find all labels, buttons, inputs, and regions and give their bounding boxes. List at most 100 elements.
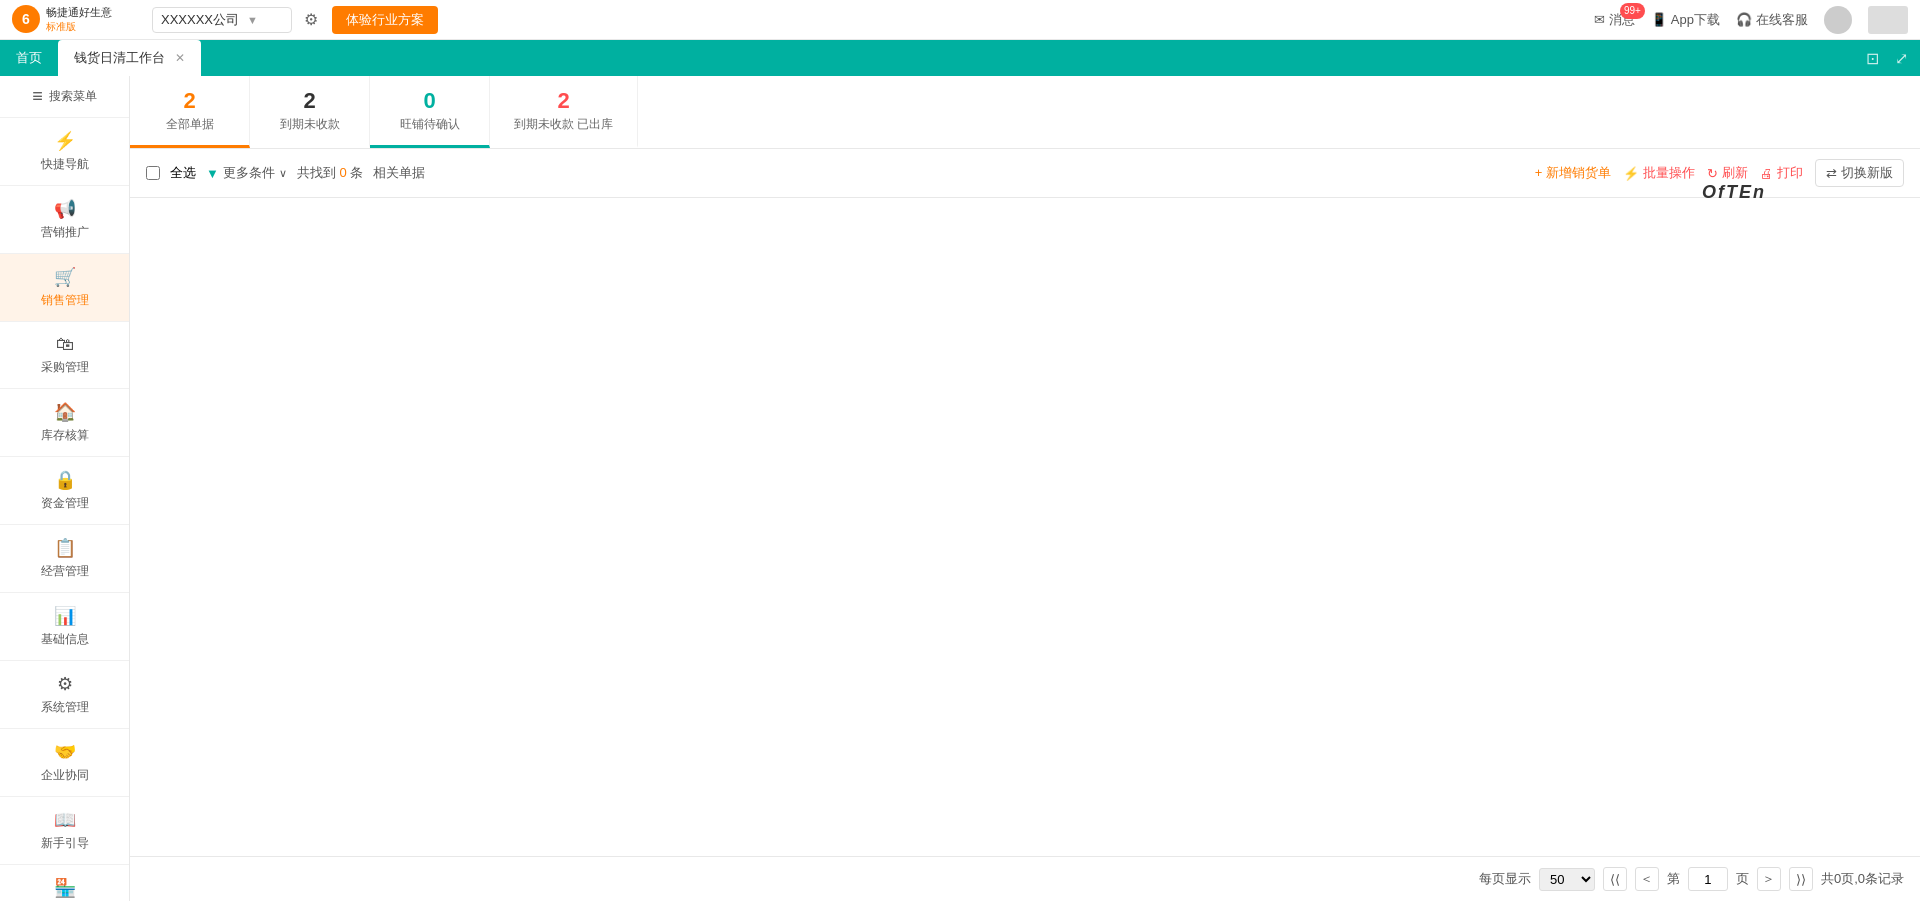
headset-icon: 🎧 (1736, 12, 1752, 27)
sidebar-marketing-label: 营销推广 (41, 224, 89, 241)
found-prefix: 共找到 (297, 165, 336, 180)
stat-label-wangpu: 旺铺待确认 (400, 116, 460, 133)
tab-close-icon[interactable]: ✕ (175, 40, 185, 76)
sidebar-guide-label: 新手引导 (41, 835, 89, 852)
basics-icon: 📊 (54, 605, 76, 627)
batch-button[interactable]: ⚡ 批量操作 (1623, 164, 1695, 182)
sidebar-item-search[interactable]: ≡ 搜索菜单 (0, 76, 129, 118)
page-unit: 页 (1736, 870, 1749, 888)
chevron-down-icon: ▼ (247, 14, 258, 26)
sidebar-system-label: 系统管理 (41, 699, 89, 716)
logo-sub: 标准版 (46, 20, 112, 34)
sidebar-item-appcenter[interactable]: 🏪 应用中心 (0, 865, 129, 901)
select-all-checkbox[interactable] (146, 166, 160, 180)
switch-icon: ⇄ (1826, 166, 1837, 181)
tab-actions: ⊡ ⤢ (1862, 45, 1920, 72)
batch-icon: ⚡ (1623, 166, 1639, 181)
user-menu[interactable] (1868, 6, 1908, 34)
avatar[interactable] (1824, 6, 1852, 34)
marketing-icon: 📢 (54, 198, 76, 220)
print-button[interactable]: 🖨 打印 (1760, 164, 1803, 182)
page-input[interactable]: 1 (1688, 867, 1728, 891)
message-icon: ✉ (1594, 12, 1605, 27)
per-page-select[interactable]: 50 20 100 (1539, 868, 1595, 891)
stat-label-shipped: 到期未收款 已出库 (514, 116, 613, 133)
stat-tab-all[interactable]: 2 全部单据 (130, 76, 250, 148)
total-records: 共0页,0条记录 (1821, 870, 1904, 888)
stat-tab-shipped[interactable]: 2 到期未收款 已出库 (490, 76, 638, 148)
print-icon: 🖨 (1760, 166, 1773, 181)
tab-qianhuoriqing[interactable]: 钱货日清工作台 ✕ (58, 40, 201, 76)
sidebar-finance-label: 资金管理 (41, 495, 89, 512)
content-area: 2 全部单据 2 到期未收款 0 旺铺待确认 2 到期未收款 已出库 全选 (130, 76, 1920, 901)
app-icon: 📱 (1651, 12, 1667, 27)
header-right: ✉ 消息 99+ 📱 App下载 🎧 在线客服 (1594, 6, 1908, 34)
tab-expand-icon[interactable]: ⤢ (1891, 45, 1912, 72)
refresh-button[interactable]: ↻ 刷新 (1707, 164, 1748, 182)
company-selector[interactable]: XXXXXX公司 ▼ (152, 7, 292, 33)
top-header: 6 畅捷通好生意 标准版 XXXXXX公司 ▼ ⚙ 体验行业方案 ✉ 消息 99… (0, 0, 1920, 40)
first-page-button[interactable]: ⟨⟨ (1603, 867, 1627, 891)
sidebar-item-sales[interactable]: 🛒 销售管理 (0, 254, 129, 322)
stat-label-all: 全部单据 (166, 116, 214, 133)
trial-button[interactable]: 体验行业方案 (332, 6, 438, 34)
sidebar-search-label: 搜索菜单 (49, 88, 97, 105)
online-service-item[interactable]: 🎧 在线客服 (1736, 11, 1808, 29)
sidebar-item-purchase[interactable]: 🛍 采购管理 (0, 322, 129, 389)
online-service-label: 在线客服 (1756, 11, 1808, 29)
prev-page-button[interactable]: ＜ (1635, 867, 1659, 891)
stat-label-overdue: 到期未收款 (280, 116, 340, 133)
next-page-button[interactable]: ＞ (1757, 867, 1781, 891)
logo-icon: 6 (12, 5, 40, 33)
often-text: OfTEn (1702, 182, 1766, 203)
stat-num-all: 2 (183, 88, 195, 114)
related-button[interactable]: 相关单据 (373, 164, 425, 182)
stat-num-overdue: 2 (303, 88, 315, 114)
sidebar-item-quicknav[interactable]: ⚡ 快捷导航 (0, 118, 129, 186)
stat-tab-overdue[interactable]: 2 到期未收款 (250, 76, 370, 148)
search-menu-icon: ≡ (32, 86, 43, 107)
toolbar: 全选 ▼ 更多条件 ∨ 共找到 0 条 相关单据 + 新增销货单 ⚡ 批量操作 (130, 149, 1920, 198)
message-item[interactable]: ✉ 消息 99+ (1594, 11, 1635, 29)
main-layout: ≡ 搜索菜单 ⚡ 快捷导航 📢 营销推广 🛒 销售管理 🛍 采购管理 🏠 库存核… (0, 76, 1920, 901)
app-download-label: App下载 (1671, 11, 1720, 29)
sidebar-sales-label: 销售管理 (41, 292, 89, 309)
switch-version-button[interactable]: ⇄ 切换新版 (1815, 159, 1904, 187)
tab-home[interactable]: 首页 (0, 40, 58, 76)
sidebar: ≡ 搜索菜单 ⚡ 快捷导航 📢 营销推广 🛒 销售管理 🛍 采购管理 🏠 库存核… (0, 76, 130, 901)
sidebar-item-enterprise[interactable]: 🤝 企业协同 (0, 729, 129, 797)
message-badge: 99+ (1620, 3, 1645, 19)
pagination-footer: 每页显示 50 20 100 ⟨⟨ ＜ 第 1 页 ＞ ⟩⟩ 共0页,0条记录 (130, 856, 1920, 901)
sidebar-item-basics[interactable]: 📊 基础信息 (0, 593, 129, 661)
sidebar-item-guide[interactable]: 📖 新手引导 (0, 797, 129, 865)
sidebar-inventory-label: 库存核算 (41, 427, 89, 444)
purchase-icon: 🛍 (56, 334, 74, 355)
sidebar-item-system[interactable]: ⚙ 系统管理 (0, 661, 129, 729)
operations-icon: 📋 (54, 537, 76, 559)
sidebar-item-marketing[interactable]: 📢 营销推广 (0, 186, 129, 254)
logo-area: 6 畅捷通好生意 标准版 (12, 5, 142, 33)
home-tab-label: 首页 (16, 40, 42, 76)
refresh-label: 刷新 (1722, 164, 1748, 182)
sidebar-basics-label: 基础信息 (41, 631, 89, 648)
inventory-icon: 🏠 (54, 401, 76, 423)
sidebar-item-finance[interactable]: 🔒 资金管理 (0, 457, 129, 525)
settings-icon[interactable]: ⚙ (300, 6, 322, 33)
stat-tab-wangpu[interactable]: 0 旺铺待确认 (370, 76, 490, 148)
qianhuoriqing-tab-label: 钱货日清工作台 (74, 40, 165, 76)
company-name: XXXXXX公司 (161, 11, 239, 29)
add-sales-button[interactable]: + 新增销货单 (1535, 164, 1611, 182)
tab-minimize-icon[interactable]: ⊡ (1862, 45, 1883, 72)
last-page-button[interactable]: ⟩⟩ (1789, 867, 1813, 891)
filter-button[interactable]: ▼ 更多条件 ∨ (206, 164, 287, 182)
sidebar-item-inventory[interactable]: 🏠 库存核算 (0, 389, 129, 457)
finance-icon: 🔒 (54, 469, 76, 491)
stat-num-shipped: 2 (558, 88, 570, 114)
stats-tabs: 2 全部单据 2 到期未收款 0 旺铺待确认 2 到期未收款 已出库 (130, 76, 1920, 149)
app-download-item[interactable]: 📱 App下载 (1651, 11, 1720, 29)
print-label: 打印 (1777, 164, 1803, 182)
refresh-icon: ↻ (1707, 166, 1718, 181)
nav-tabs: 首页 钱货日清工作台 ✕ ⊡ ⤢ (0, 40, 1920, 76)
per-page-label: 每页显示 (1479, 870, 1531, 888)
sidebar-item-operations[interactable]: 📋 经营管理 (0, 525, 129, 593)
